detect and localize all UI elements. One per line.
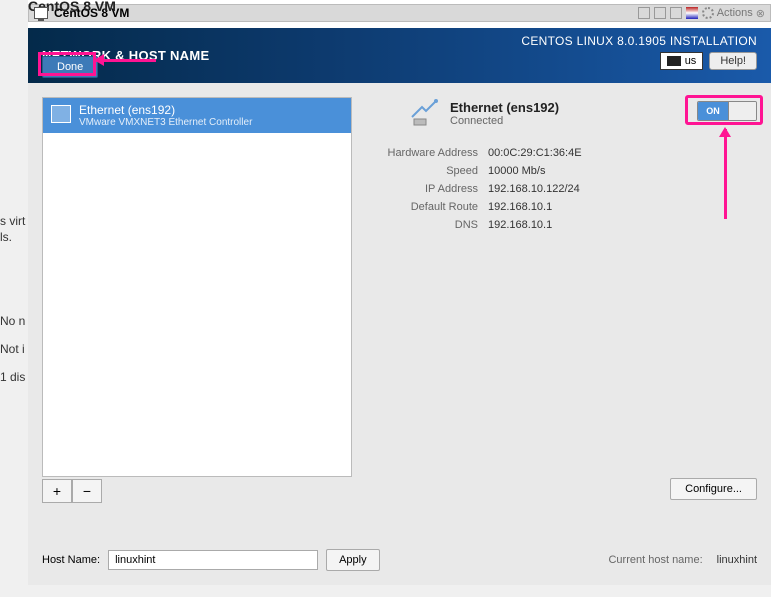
connection-toggle[interactable]: ON	[697, 101, 757, 121]
network-interface-list[interactable]: Ethernet (ens192) VMware VMXNET3 Etherne…	[42, 97, 352, 477]
connection-icon	[408, 97, 440, 129]
vm-window: CentOS 8 VM CentOS 8 VM Actions ⊗ NETWOR…	[28, 0, 771, 585]
interface-detail: Ethernet (ens192) Connected ON Hardware …	[368, 97, 757, 231]
annotation-arrow	[96, 59, 156, 62]
install-name: CENTOS LINUX 8.0.1905 INSTALLATION	[521, 34, 757, 48]
window-control-icon[interactable]	[670, 7, 682, 19]
connection-info: Hardware Address 00:0C:29:C1:36:4E Speed…	[368, 147, 757, 231]
installer-view: NETWORK & HOST NAME Done CENTOS LINUX 8.…	[28, 28, 771, 585]
configure-button[interactable]: Configure...	[670, 478, 757, 500]
speed-label: Speed	[368, 165, 478, 177]
keyboard-layout-selector[interactable]: us	[660, 52, 704, 70]
window-control-icon[interactable]	[654, 7, 666, 19]
default-route-label: Default Route	[368, 201, 478, 213]
kb-layout-label: us	[685, 55, 697, 67]
apply-button[interactable]: Apply	[326, 549, 380, 571]
hostname-label: Host Name:	[42, 554, 100, 566]
connection-status: Connected	[450, 115, 559, 127]
bg-text: No n	[0, 314, 25, 328]
nic-description: VMware VMXNET3 Ethernet Controller	[79, 117, 252, 128]
window-control-icon[interactable]	[638, 7, 650, 19]
titlebar-controls: Actions ⊗	[638, 7, 765, 20]
actions-menu[interactable]: Actions ⊗	[702, 7, 765, 20]
installer-body: Ethernet (ens192) VMware VMXNET3 Etherne…	[28, 83, 771, 585]
dns-value: 192.168.10.1	[488, 219, 757, 231]
remove-interface-button[interactable]: −	[72, 479, 102, 503]
toggle-handle	[728, 102, 756, 120]
installer-header: NETWORK & HOST NAME Done CENTOS LINUX 8.…	[28, 28, 771, 83]
speed-value: 10000 Mb/s	[488, 165, 757, 177]
flag-icon[interactable]	[686, 7, 698, 19]
ip-address-value: 192.168.10.122/24	[488, 183, 757, 195]
current-hostname-label: Current host name:	[608, 554, 702, 566]
actions-label: Actions	[717, 7, 753, 19]
dns-label: DNS	[368, 219, 478, 231]
hw-address-value: 00:0C:29:C1:36:4E	[488, 147, 757, 159]
add-interface-button[interactable]: +	[42, 479, 72, 503]
help-button[interactable]: Help!	[709, 52, 757, 70]
default-route-value: 192.168.10.1	[488, 201, 757, 213]
bg-text: 1 dis	[0, 370, 25, 384]
gear-icon	[702, 7, 714, 19]
annotation-arrow	[724, 129, 727, 219]
nic-name: Ethernet (ens192)	[79, 103, 252, 117]
hostname-input[interactable]	[108, 550, 318, 570]
bg-text: ls.	[0, 230, 25, 244]
network-interface-item[interactable]: Ethernet (ens192) VMware VMXNET3 Etherne…	[43, 98, 351, 133]
toggle-on-label: ON	[698, 102, 728, 120]
titlebar: CentOS 8 VM Actions ⊗	[28, 4, 771, 22]
nic-icon	[51, 105, 71, 123]
monitor-icon	[34, 7, 48, 19]
window-title: CentOS 8 VM	[54, 6, 638, 20]
keyboard-icon	[667, 56, 681, 66]
ip-address-label: IP Address	[368, 183, 478, 195]
close-icon[interactable]: ⊗	[756, 7, 765, 20]
hw-address-label: Hardware Address	[368, 147, 478, 159]
bg-text: s virt	[0, 214, 25, 228]
connection-name: Ethernet (ens192)	[450, 100, 559, 115]
current-hostname-value: linuxhint	[717, 554, 757, 566]
bg-text: Not i	[0, 342, 25, 356]
